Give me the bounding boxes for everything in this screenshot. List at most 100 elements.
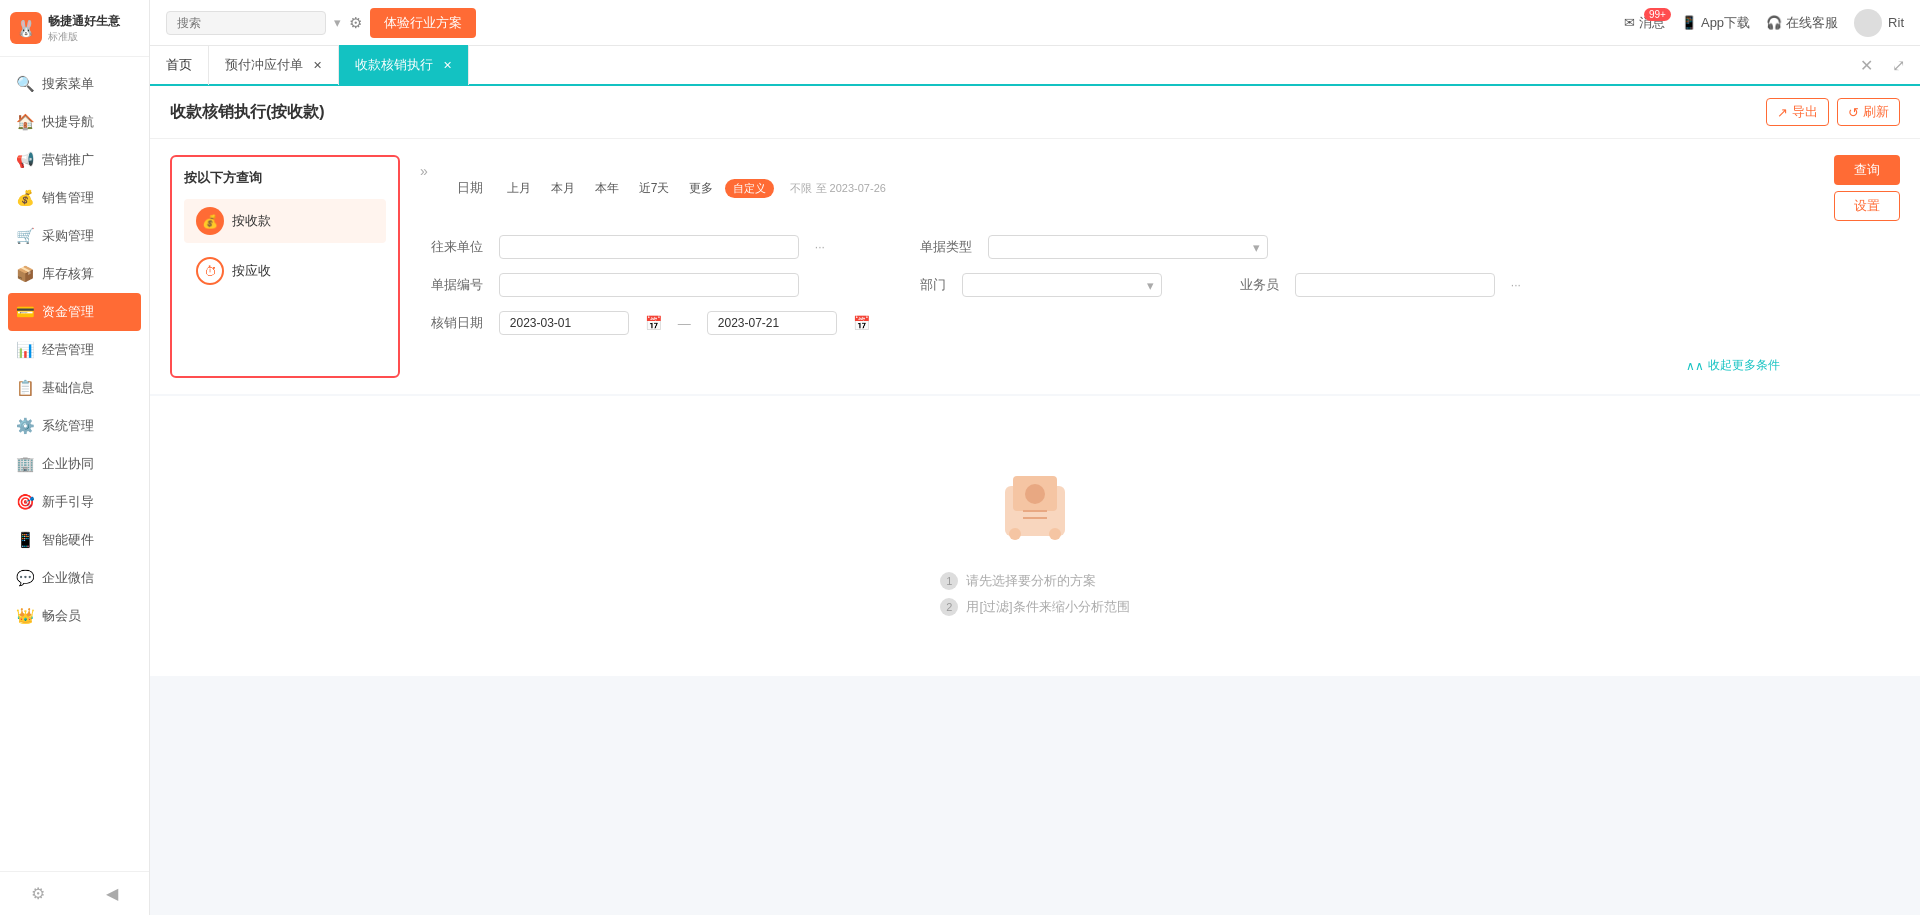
sidebar-item-inventory[interactable]: 📦 库存核算 bbox=[0, 255, 149, 293]
sidebar-item-marketing[interactable]: 📢 营销推广 bbox=[0, 141, 149, 179]
empty-state: 1 请先选择要分析的方案 2 用[过滤]条件来缩小分析范围 bbox=[150, 396, 1920, 676]
writeoff-to-calendar-icon[interactable]: 📅 bbox=[853, 315, 870, 331]
doc-no-input[interactable] bbox=[499, 273, 799, 297]
topbar-right: ✉ 消息 99+ 📱 App下载 🎧 在线客服 Rit bbox=[1624, 9, 1904, 37]
svg-point-5 bbox=[1009, 528, 1021, 540]
online-service-button[interactable]: 🎧 在线客服 bbox=[1766, 14, 1838, 32]
query-action-panel: 查询 设置 bbox=[1834, 155, 1900, 221]
app-download-button[interactable]: 📱 App下载 bbox=[1681, 14, 1750, 32]
dropdown-arrow-icon[interactable]: ▾ bbox=[334, 15, 341, 30]
this-year-btn[interactable]: 本年 bbox=[587, 177, 627, 200]
content-area: 收款核销执行(按收款) ↗ 导出 ↺ 刷新 按以下方查询 💰 按收款 bbox=[150, 86, 1920, 915]
sidebar-item-search[interactable]: 🔍 搜索菜单 bbox=[0, 65, 149, 103]
topbar: ▾ ⚙ 体验行业方案 ✉ 消息 99+ 📱 App下载 🎧 在线客服 Rit bbox=[150, 0, 1920, 46]
purchase-icon: 🛒 bbox=[16, 227, 34, 245]
tab-collection-writeoff[interactable]: 收款核销执行 ✕ bbox=[339, 45, 469, 85]
custom-date-badge[interactable]: 自定义 bbox=[725, 179, 774, 198]
sidebar-collapse-button[interactable]: ◀ bbox=[106, 884, 118, 903]
member-icon: 👑 bbox=[16, 607, 34, 625]
writeoff-from-input[interactable] bbox=[499, 311, 629, 335]
partner-input[interactable] bbox=[499, 235, 799, 259]
sidebar-item-quick-nav[interactable]: 🏠 快捷导航 bbox=[0, 103, 149, 141]
business-icon: 📊 bbox=[16, 341, 34, 359]
filter-option-by-receivable[interactable]: ⏱ 按应收 bbox=[184, 249, 386, 293]
writeoff-from-calendar-icon[interactable]: 📅 bbox=[645, 315, 662, 331]
user-name: Rit bbox=[1888, 15, 1904, 30]
last-7days-btn[interactable]: 近7天 bbox=[631, 177, 678, 200]
dept-label: 部门 bbox=[891, 276, 946, 294]
tip-num-2: 2 bbox=[940, 598, 958, 616]
main-area: ▾ ⚙ 体验行业方案 ✉ 消息 99+ 📱 App下载 🎧 在线客服 Rit bbox=[150, 0, 1920, 915]
collapse-more-wrapper: ∧∧ 收起更多条件 bbox=[428, 353, 1900, 378]
sidebar-item-label: 资金管理 bbox=[42, 303, 94, 321]
last-month-btn[interactable]: 上月 bbox=[499, 177, 539, 200]
sidebar-item-finance[interactable]: 💳 资金管理 bbox=[8, 293, 141, 331]
sidebar-item-label: 采购管理 bbox=[42, 227, 94, 245]
date-separator: — bbox=[678, 316, 691, 331]
sidebar-settings-button[interactable]: ⚙ bbox=[31, 884, 45, 903]
filter-main-rows: 日期 上月 本月 本年 近7天 更多 自定义 不限 至 2023-07-26 bbox=[428, 155, 1900, 349]
sidebar-item-purchase[interactable]: 🛒 采购管理 bbox=[0, 217, 149, 255]
export-icon: ↗ bbox=[1777, 105, 1788, 120]
user-menu[interactable]: Rit bbox=[1854, 9, 1904, 37]
settings-gear-icon[interactable]: ⚙ bbox=[349, 14, 362, 32]
sidebar-item-sales[interactable]: 💰 销售管理 bbox=[0, 179, 149, 217]
sidebar-item-label: 系统管理 bbox=[42, 417, 94, 435]
tab-advance-payment-close[interactable]: ✕ bbox=[313, 59, 322, 72]
filter-left-panel: 按以下方查询 💰 按收款 ⏱ 按应收 bbox=[170, 155, 400, 378]
date-label: 日期 bbox=[428, 179, 483, 197]
sidebar-item-basic-info[interactable]: 📋 基础信息 bbox=[0, 369, 149, 407]
home-icon: 🏠 bbox=[16, 113, 34, 131]
tab-close-all-button[interactable]: ✕ bbox=[1852, 51, 1880, 79]
sidebar: 🐰 畅捷通好生意 标准版 🔍 搜索菜单 🏠 快捷导航 📢 营销推广 💰 销售管理… bbox=[0, 0, 150, 915]
sidebar-item-wechat[interactable]: 💬 企业微信 bbox=[0, 559, 149, 597]
avatar bbox=[1854, 9, 1882, 37]
system-icon: ⚙️ bbox=[16, 417, 34, 435]
filter-option-by-receipt[interactable]: 💰 按收款 bbox=[184, 199, 386, 243]
more-date-btn[interactable]: 更多 bbox=[681, 177, 721, 200]
export-button[interactable]: ↗ 导出 bbox=[1766, 98, 1829, 126]
docno-dept-staff-row: 单据编号 部门 ▾ 业务员 bbox=[428, 273, 1900, 297]
tab-home-label: 首页 bbox=[166, 56, 192, 74]
page-title: 收款核销执行(按收款) bbox=[170, 102, 325, 135]
sidebar-item-smart-hw[interactable]: 📱 智能硬件 bbox=[0, 521, 149, 559]
empty-illustration bbox=[985, 456, 1085, 556]
date-quick-buttons: 上月 本月 本年 近7天 更多 自定义 bbox=[499, 177, 775, 200]
sidebar-menu: 🔍 搜索菜单 🏠 快捷导航 📢 营销推广 💰 销售管理 🛒 采购管理 📦 库存核… bbox=[0, 57, 149, 871]
collapse-more-button[interactable]: ∧∧ 收起更多条件 bbox=[1686, 353, 1780, 378]
sidebar-item-enterprise[interactable]: 🏢 企业协同 bbox=[0, 445, 149, 483]
refresh-button[interactable]: ↺ 刷新 bbox=[1837, 98, 1900, 126]
doc-type-label: 单据类型 bbox=[917, 238, 972, 256]
writeoff-to-input[interactable] bbox=[707, 311, 837, 335]
sidebar-item-member[interactable]: 👑 畅会员 bbox=[0, 597, 149, 635]
this-month-btn[interactable]: 本月 bbox=[543, 177, 583, 200]
writeoff-date-row: 核销日期 📅 — 📅 bbox=[428, 311, 1900, 335]
query-button[interactable]: 查询 bbox=[1834, 155, 1900, 185]
staff-label: 业务员 bbox=[1224, 276, 1279, 294]
sidebar-item-label: 智能硬件 bbox=[42, 531, 94, 549]
industry-solution-button[interactable]: 体验行业方案 bbox=[370, 8, 476, 38]
tab-expand-button[interactable]: ⤢ bbox=[1884, 51, 1912, 79]
partner-more-icon[interactable]: ··· bbox=[815, 240, 825, 254]
filter-area: 按以下方查询 💰 按收款 ⏱ 按应收 » bbox=[150, 139, 1920, 394]
search-input[interactable] bbox=[166, 11, 326, 35]
app-download-icon: 📱 bbox=[1681, 15, 1697, 30]
date-filter-row: 日期 上月 本月 本年 近7天 更多 自定义 不限 至 2023-07-26 bbox=[428, 155, 1900, 221]
sidebar-item-label: 企业协同 bbox=[42, 455, 94, 473]
sidebar-item-label: 快捷导航 bbox=[42, 113, 94, 131]
dept-select[interactable] bbox=[962, 273, 1162, 297]
staff-more-icon[interactable]: ··· bbox=[1511, 278, 1521, 292]
tab-collection-writeoff-close[interactable]: ✕ bbox=[443, 59, 452, 72]
tab-advance-payment[interactable]: 预付冲应付单 ✕ bbox=[209, 45, 339, 85]
message-button[interactable]: ✉ 消息 99+ bbox=[1624, 14, 1665, 32]
sidebar-item-system[interactable]: ⚙️ 系统管理 bbox=[0, 407, 149, 445]
sales-icon: 💰 bbox=[16, 189, 34, 207]
staff-input[interactable] bbox=[1295, 273, 1495, 297]
sidebar-item-guide[interactable]: 🎯 新手引导 bbox=[0, 483, 149, 521]
sidebar-item-business[interactable]: 📊 经营管理 bbox=[0, 331, 149, 369]
collapse-left-button[interactable]: » bbox=[420, 163, 428, 179]
setting-button[interactable]: 设置 bbox=[1834, 191, 1900, 221]
sidebar-item-label: 销售管理 bbox=[42, 189, 94, 207]
tab-home[interactable]: 首页 bbox=[150, 45, 209, 85]
doc-type-select[interactable] bbox=[988, 235, 1268, 259]
